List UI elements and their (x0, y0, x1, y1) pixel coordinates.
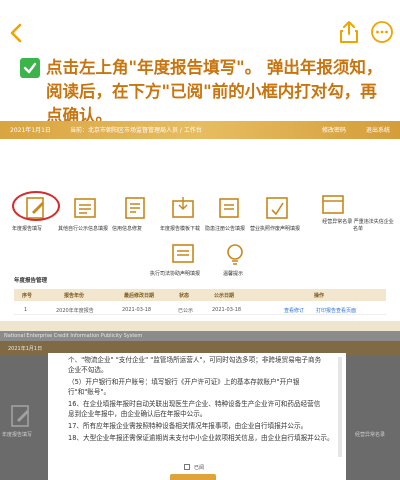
judicial-statement-icon[interactable] (170, 241, 196, 267)
report-download-icon[interactable] (170, 195, 196, 221)
notice-line: 17、所有应年报企业需按照特种设备相关情况年报事项，由企业自行填报并公示。 (68, 422, 308, 430)
bg-statement-icon[interactable] (264, 195, 290, 221)
other-info-label[interactable]: 其他自行公示信息填报 (58, 225, 108, 232)
instruction-line-2: 阅读后，在下方"已阅"前的小框内打对勾，再 (46, 82, 377, 101)
credit-repair-icon[interactable] (122, 195, 148, 221)
annual-report-label[interactable]: 年度报告填写 (12, 225, 42, 232)
highlight-circle (12, 191, 60, 221)
screenshot-workbench: 2021年1月1日 当前：北京市朝阳区市场监督管理局人员 / 工作台 修改密码 … (0, 121, 400, 331)
abnormal-list-label[interactable]: 经营异常名录 严重违法失信企业名单 (322, 219, 394, 233)
col-index: 序号 (22, 293, 33, 299)
dim-abnormal-label: 经营异常名录 (355, 432, 386, 438)
read-checkbox[interactable] (184, 464, 190, 470)
col-action: 操作 (314, 293, 325, 299)
cell-status: 已公示 (178, 308, 194, 314)
notice-line: （5）开户银行和开户账号：填写银行《开户许可证》上的基本存款账户"开户银 (68, 378, 300, 386)
cell-publish-date: 2021-03-18 (212, 307, 242, 313)
page: 点击左上角"年度报告填写"。 弹出年报须知， 阅读后，在下方"已阅"前的小框内打… (0, 0, 400, 480)
confirm-button[interactable] (170, 474, 216, 480)
dim-header-date: 2021年1月1日 (8, 346, 43, 352)
lightbulb-icon[interactable] (222, 241, 248, 267)
col-publish-date: 公示日期 (214, 293, 235, 299)
notice-line: 16、在企业填报年报时自动关联出现医生产企业、特种设备生产企业许可和药品经营信 (68, 400, 321, 408)
notice-line: 18、大型企业年报还需保证逾期尚未支付中小企业款项相关信息，由企业自行填报并公示… (68, 434, 334, 442)
more-icon[interactable] (370, 20, 394, 44)
workbench-body: 年度报告填写 其他自行公示信息填报 信用信息修复 年度报告模板下载 隐患注册公告… (0, 139, 400, 331)
top-navigation (0, 0, 400, 56)
cell-year: 2020年年度报告 (56, 308, 94, 314)
logout-link[interactable]: 退出系统 (366, 125, 390, 134)
help-label[interactable]: 温馨提示 (223, 270, 243, 277)
section-title: 年度报告管理 (14, 278, 48, 284)
col-modified: 最后修改日期 (124, 293, 155, 299)
print-report-link[interactable]: 打印报告查看页面 (316, 307, 356, 314)
other-info-icon[interactable] (72, 195, 98, 221)
abnormal-list-icon[interactable] (320, 191, 346, 217)
judicial-statement-label[interactable]: 执行司法协助声明填报 (150, 270, 200, 277)
col-status: 状态 (179, 293, 190, 299)
instruction-text: 点击左上角"年度报告填写"。 弹出年报须知， 阅读后，在下方"已阅"前的小框内打… (46, 56, 392, 128)
notice-line: 个、"物流企业" "支付企业" "监管场所运营人"，可同时勾选多项；非跨境贸易电… (68, 356, 322, 364)
table-row: 1 2020年年度报告 2021-03-18 已公示 2021-03-18 查看… (14, 304, 386, 315)
view-revision-link[interactable]: 查看修订 (284, 307, 304, 314)
header-date: 2021年1月1日 (10, 127, 51, 134)
cell-index: 1 (24, 307, 28, 313)
workbench-header: 2021年1月1日 当前：北京市朝阳区市场监督管理局人员 / 工作台 修改密码 … (0, 121, 400, 139)
change-password-link[interactable]: 修改密码 (322, 125, 346, 134)
annual-report-notice-modal: 个、"物流企业" "支付企业" "监管场所运营人"，可同时勾选多项；非跨境贸易电… (48, 353, 346, 480)
dim-annual-report-label: 年度报告填写 (2, 432, 33, 438)
table-header: 序号 报告年份 最后修改日期 状态 公示日期 操作 (14, 289, 386, 301)
cell-modified: 2021-03-18 (122, 307, 152, 313)
renewal-label[interactable]: 隐患注册公告填报 (205, 225, 245, 232)
share-icon[interactable] (338, 20, 360, 44)
notice-line: 息到企业年报中，由企业确认后在年报中公示。 (68, 410, 207, 418)
renewal-icon[interactable] (216, 195, 242, 221)
system-title: National Enterprise Credit Information P… (4, 333, 143, 339)
system-title-bar: National Enterprise Credit Information P… (0, 331, 400, 341)
checkmark-icon (20, 58, 40, 78)
workbench-footer (0, 321, 400, 331)
read-checkbox-label: 已阅 (194, 465, 205, 471)
back-icon[interactable] (6, 22, 28, 44)
modal-scrollbar[interactable] (338, 357, 342, 457)
notice-line: 行"和"账号"。 (68, 388, 111, 396)
bg-statement-label[interactable]: 营业执照作废声明填报 (250, 225, 300, 232)
dim-annual-report-icon (11, 405, 29, 427)
report-download-label[interactable]: 年度报告模板下载 (160, 225, 200, 232)
instruction-line-1: 点击左上角"年度报告填写"。 弹出年报须知， (46, 58, 383, 77)
screenshot-notice-modal: National Enterprise Credit Information P… (0, 331, 400, 480)
col-year: 报告年份 (64, 293, 85, 299)
notice-line: 企业不勾选。 (68, 366, 108, 374)
credit-repair-label[interactable]: 信用信息修复 (112, 225, 142, 232)
header-location: 当前：北京市朝阳区市场监督管理局人员 / 工作台 (70, 127, 202, 134)
